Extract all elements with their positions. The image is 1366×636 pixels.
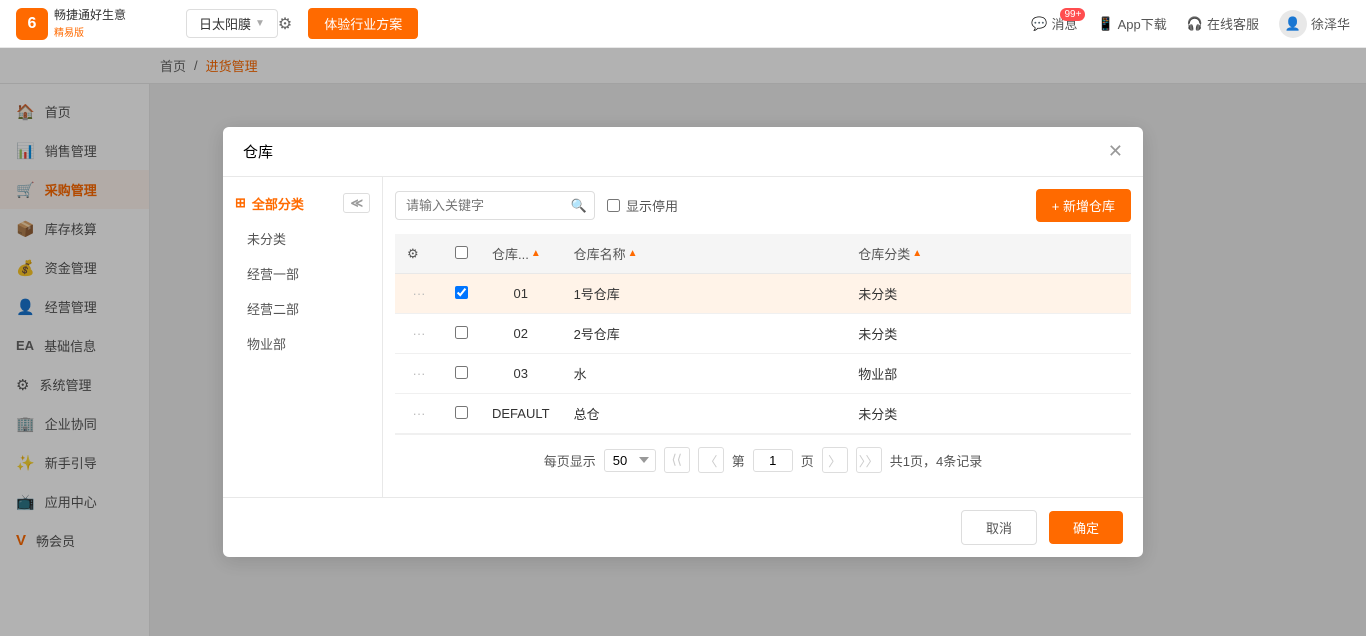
per-page-select[interactable]: 50 100 <box>604 449 656 472</box>
row-name-1: 2号仓库 <box>562 314 847 354</box>
collapse-button[interactable]: ≪ <box>343 193 370 213</box>
row-code-0: 01 <box>480 274 562 314</box>
grid-icon: ⊞ <box>235 195 246 211</box>
row-more-1[interactable]: ··· <box>395 314 443 354</box>
show-disabled-label: 显示停用 <box>607 196 678 215</box>
row-code-2: 03 <box>480 354 562 394</box>
row-checkbox-2[interactable] <box>443 354 480 394</box>
row-more-0[interactable]: ··· <box>395 274 443 314</box>
row-checkbox-0[interactable] <box>443 274 480 314</box>
th-category-label: 仓库分类 <box>858 244 910 263</box>
search-input[interactable] <box>395 191 595 220</box>
select-all-checkbox[interactable] <box>455 246 468 259</box>
th-settings: ⚙ <box>395 234 443 274</box>
modal-title: 仓库 <box>243 141 273 162</box>
th-code-label: 仓库... <box>492 244 529 263</box>
first-page-button[interactable]: ⟨⟨ <box>664 447 690 473</box>
modal-footer: 取消 确定 <box>223 497 1143 557</box>
brand-sub: 精易版 <box>54 24 126 39</box>
message-icon: 💬 <box>1031 16 1047 32</box>
messages-item[interactable]: 💬 消息 99+ <box>1031 14 1077 33</box>
table-row[interactable]: ··· DEFAULT 总仓 未分类 <box>395 394 1131 434</box>
table-panel: 🔍 显示停用 + 新增仓库 ⚙ <box>383 177 1143 497</box>
th-name: 仓库名称 ▲ <box>562 234 847 274</box>
row-name-0: 1号仓库 <box>562 274 847 314</box>
show-disabled-checkbox[interactable] <box>607 199 620 212</box>
sort-name-icon: ▲ <box>628 248 638 259</box>
category-item-ops2[interactable]: 经营二部 <box>223 291 382 326</box>
table-toolbar: 🔍 显示停用 + 新增仓库 <box>395 189 1131 222</box>
warehouse-modal: 仓库 ✕ ⊞ 全部分类 ≪ 未分类 经营一部 经营二部 物业部 <box>223 127 1143 557</box>
top-header: 6 畅捷通好生意 精易版 日太阳膜 ▼ ⚙ 体验行业方案 💬 消息 99+ 📱 … <box>0 0 1366 48</box>
user-avatar: 👤 <box>1279 10 1307 38</box>
user-info[interactable]: 👤 徐泽华 <box>1279 10 1350 38</box>
modal-body: ⊞ 全部分类 ≪ 未分类 经营一部 经营二部 物业部 🔍 <box>223 177 1143 497</box>
username-label: 徐泽华 <box>1311 14 1350 33</box>
row-name-3: 总仓 <box>562 394 847 434</box>
next-page-button[interactable]: 〉 <box>822 447 848 473</box>
category-item-uncategorized[interactable]: 未分类 <box>223 221 382 256</box>
category-all-header[interactable]: ⊞ 全部分类 ≪ <box>223 185 382 221</box>
app-download-label: App下载 <box>1118 14 1167 33</box>
th-name-label: 仓库名称 <box>574 244 626 263</box>
logo-area: 6 畅捷通好生意 精易版 <box>16 8 166 40</box>
header-right: 💬 消息 99+ 📱 App下载 🎧 在线客服 👤 徐泽华 <box>1031 10 1350 38</box>
row-category-2: 物业部 <box>846 354 1131 394</box>
store-name: 日太阳膜 <box>199 14 251 33</box>
row-category-3: 未分类 <box>846 394 1131 434</box>
page-label: 第 <box>732 451 745 470</box>
row-more-3[interactable]: ··· <box>395 394 443 434</box>
brand-name: 畅捷通好生意 <box>54 8 126 24</box>
headset-icon: 🎧 <box>1187 16 1203 32</box>
page-number-input[interactable] <box>753 449 793 472</box>
page-unit: 页 <box>801 451 814 470</box>
category-item-property[interactable]: 物业部 <box>223 326 382 361</box>
row-more-2[interactable]: ··· <box>395 354 443 394</box>
row-checkbox-1[interactable] <box>443 314 480 354</box>
table-row[interactable]: ··· 01 1号仓库 未分类 <box>395 274 1131 314</box>
show-disabled-text: 显示停用 <box>626 196 678 215</box>
category-all-label: 全部分类 <box>252 194 304 213</box>
row-code-3: DEFAULT <box>480 394 562 434</box>
add-warehouse-button[interactable]: + 新增仓库 <box>1036 189 1131 222</box>
th-code: 仓库... ▲ <box>480 234 562 274</box>
logo-icon: 6 <box>16 8 48 40</box>
category-panel: ⊞ 全部分类 ≪ 未分类 经营一部 经营二部 物业部 <box>223 177 383 497</box>
total-info: 共1页，4条记录 <box>890 451 982 470</box>
cancel-button[interactable]: 取消 <box>961 510 1037 545</box>
sort-icon: ▲ <box>531 248 541 259</box>
th-category: 仓库分类 ▲ <box>846 234 1131 274</box>
table-row[interactable]: ··· 03 水 物业部 <box>395 354 1131 394</box>
table-row[interactable]: ··· 02 2号仓库 未分类 <box>395 314 1131 354</box>
search-input-wrap: 🔍 <box>395 191 595 220</box>
online-service-item[interactable]: 🎧 在线客服 <box>1187 14 1259 33</box>
last-page-button[interactable]: 〉〉 <box>856 447 882 473</box>
confirm-button[interactable]: 确定 <box>1049 511 1123 544</box>
row-code-1: 02 <box>480 314 562 354</box>
th-checkbox <box>443 234 480 274</box>
mobile-icon: 📱 <box>1097 16 1113 32</box>
trial-button[interactable]: 体验行业方案 <box>308 8 418 39</box>
modal-close-button[interactable]: ✕ <box>1108 141 1123 162</box>
modal-overlay: 仓库 ✕ ⊞ 全部分类 ≪ 未分类 经营一部 经营二部 物业部 <box>0 48 1366 636</box>
category-item-ops1[interactable]: 经营一部 <box>223 256 382 291</box>
modal-header: 仓库 ✕ <box>223 127 1143 177</box>
row-name-2: 水 <box>562 354 847 394</box>
chevron-down-icon: ▼ <box>255 18 265 29</box>
prev-page-button[interactable]: 〈 <box>698 447 724 473</box>
per-page-label: 每页显示 <box>544 451 596 470</box>
warehouse-table: ⚙ 仓库... ▲ 仓库名称 ▲ <box>395 234 1131 434</box>
pagination-bar: 每页显示 50 100 ⟨⟨ 〈 第 页 〉 〉〉 共1页，4条记录 <box>395 434 1131 485</box>
row-category-1: 未分类 <box>846 314 1131 354</box>
row-checkbox-3[interactable] <box>443 394 480 434</box>
app-download-item[interactable]: 📱 App下载 <box>1097 14 1166 33</box>
search-icon[interactable]: 🔍 <box>571 198 587 214</box>
sort-category-icon: ▲ <box>912 248 922 259</box>
store-selector[interactable]: 日太阳膜 ▼ <box>186 9 278 38</box>
row-category-0: 未分类 <box>846 274 1131 314</box>
settings-icon[interactable]: ⚙ <box>278 14 292 34</box>
messages-badge: 99+ <box>1060 8 1085 21</box>
online-service-label: 在线客服 <box>1207 14 1259 33</box>
